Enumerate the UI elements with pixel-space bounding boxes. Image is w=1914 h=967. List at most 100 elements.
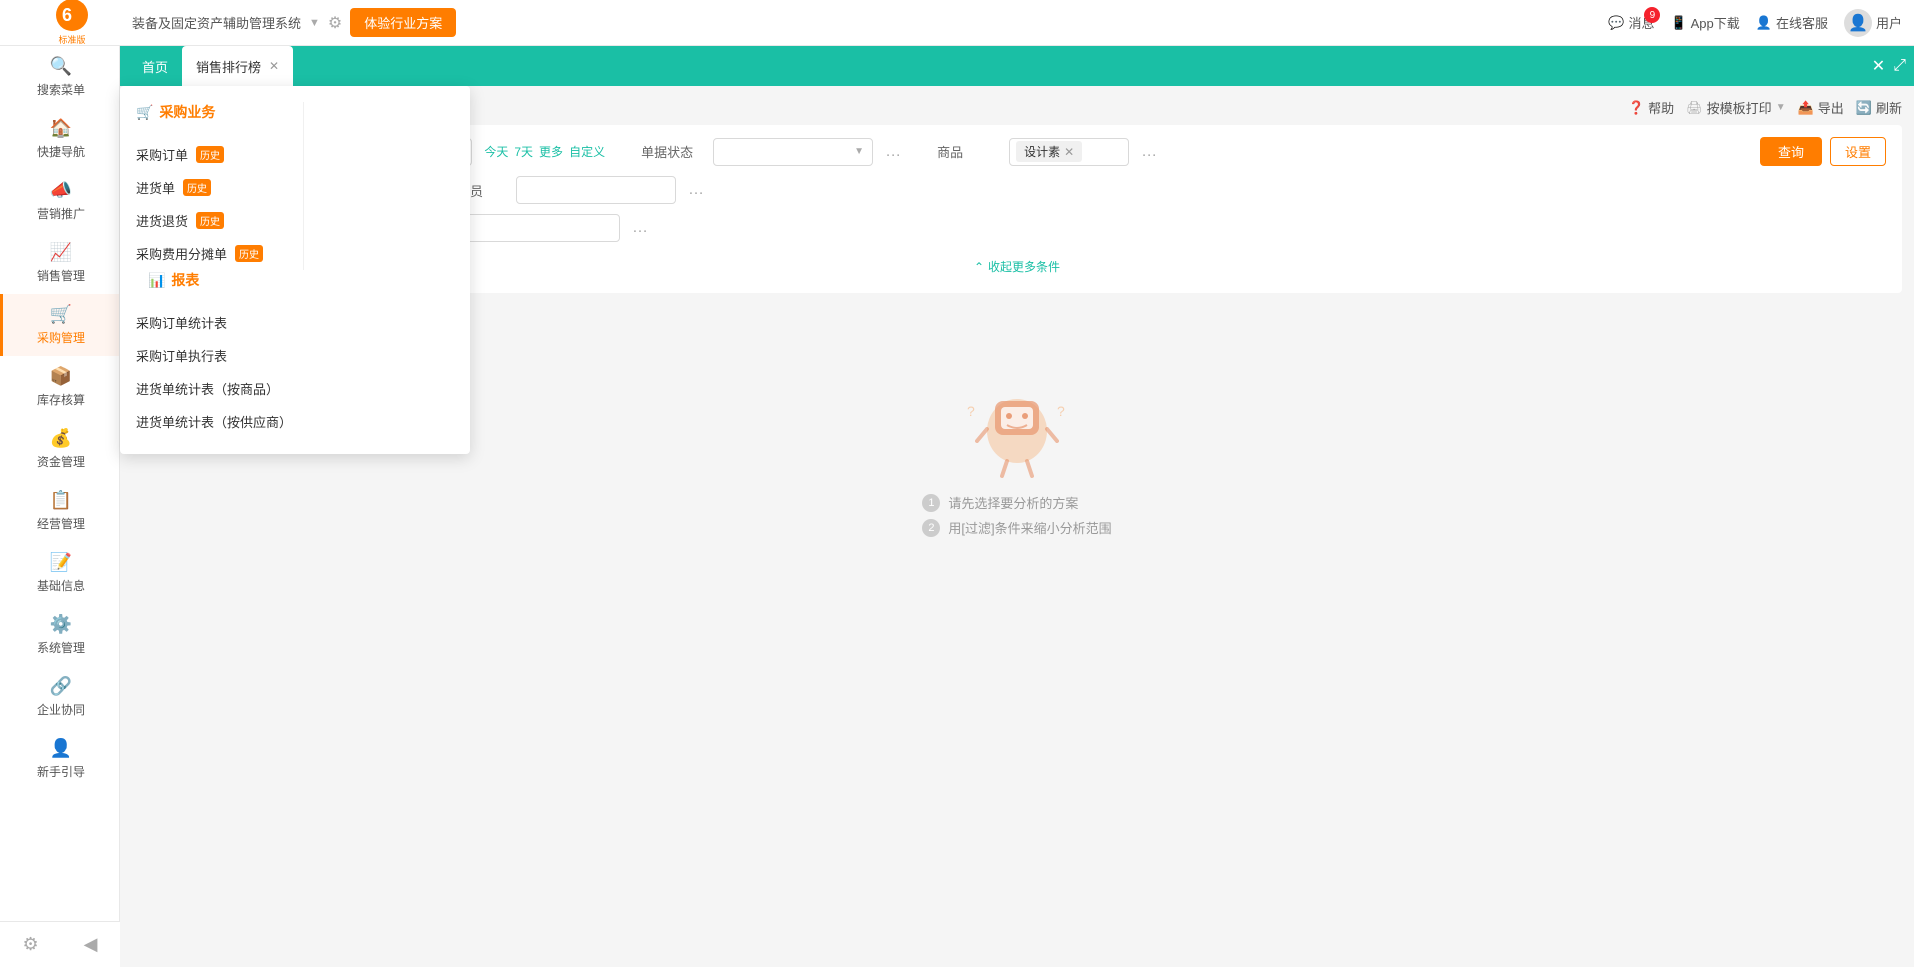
tab-home[interactable]: 首页 — [128, 46, 182, 86]
collapse-label: 收起更多条件 — [988, 258, 1060, 275]
sidebar-item-enterprise[interactable]: 🔗 企业协同 — [0, 666, 119, 728]
report-col: 📊 报表 采购订单统计表 采购订单执行表 进货单统计表（按商品） 进货单统计表（… — [136, 270, 295, 438]
sidebar-settings-icon[interactable]: ⚙ — [23, 934, 39, 955]
menu-item-po-exec[interactable]: 采购订单执行表 — [136, 339, 295, 372]
settings-icon[interactable]: ⚙ — [328, 13, 342, 33]
sidebar-item-finance[interactable]: 💰 资金管理 — [0, 418, 119, 480]
shortcut-7days[interactable]: 7天 — [514, 143, 533, 160]
bill-status-select[interactable]: ▼ — [713, 138, 873, 166]
online-service-button[interactable]: 👤 在线客服 — [1756, 13, 1828, 32]
refresh-button[interactable]: 🔄 刷新 — [1856, 98, 1902, 117]
service-icon: 👤 — [1756, 15, 1772, 31]
sidebar-collapse-icon[interactable]: ◀ — [84, 934, 98, 955]
purchase-icon: 🛒 — [50, 304, 72, 325]
sidebar-item-sales[interactable]: 📈 销售管理 — [0, 232, 119, 294]
top-header: 6 标准版 装备及固定资产辅助管理系统 ▼ ⚙ 体验行业方案 💬 9 消息 📱 … — [0, 0, 1914, 46]
message-badge: 9 — [1644, 7, 1660, 23]
sidebar-item-marketing[interactable]: 📣 营销推广 — [0, 170, 119, 232]
query-actions: 查询 设置 — [1760, 137, 1886, 166]
industry-button[interactable]: 体验行业方案 — [350, 8, 456, 37]
tab-bar: 首页 销售排行榜 ✕ ✕ ⤢ — [120, 46, 1914, 86]
header-right: 💬 9 消息 📱 App下载 👤 在线客服 👤 用户 — [1608, 9, 1902, 37]
shortcut-custom[interactable]: 自定义 — [569, 143, 605, 160]
empty-tip-2: 2 用[过滤]条件来缩小分析范围 — [922, 518, 1111, 537]
menu-item-po-stats[interactable]: 采购订单统计表 — [136, 306, 295, 339]
customer-select[interactable] — [460, 214, 620, 242]
sales-icon: 📈 — [50, 242, 72, 263]
menu-cols: 🛒 采购业务 采购订单 历史 进货单 历史 进货退货 历史 采购费用分摊单 历史 — [136, 102, 454, 438]
refresh-label: 刷新 — [1876, 98, 1902, 117]
sidebar-label-guide: 新手引导 — [37, 763, 85, 780]
sidebar-item-inventory[interactable]: 📦 库存核算 — [0, 356, 119, 418]
report-title-label: 报表 — [171, 270, 199, 290]
sidebar-item-purchase[interactable]: 🛒 采购管理 — [0, 294, 119, 356]
shortcut-more[interactable]: 更多 — [539, 143, 563, 160]
salesperson-dots[interactable]: … — [688, 181, 704, 199]
menu-item-purchase-expense[interactable]: 采购费用分摊单 历史 — [136, 237, 295, 270]
avatar-icon: 👤 — [1844, 9, 1872, 37]
sidebar-item-basic-info[interactable]: 📝 基础信息 — [0, 542, 119, 604]
menu-item-purchase-order[interactable]: 采购订单 历史 — [136, 138, 295, 171]
logo-area: 6 标准版 — [12, 0, 132, 46]
tab-sales-rank[interactable]: 销售排行榜 ✕ — [182, 46, 293, 86]
settings-button[interactable]: 设置 — [1830, 137, 1886, 166]
collapse-up-icon: ⌃ — [974, 260, 984, 274]
sidebar-label-purchase: 采购管理 — [37, 329, 85, 346]
sidebar-item-quick-nav[interactable]: 🏠 快捷导航 — [0, 108, 119, 170]
dropdown-arrow-icon[interactable]: ▼ — [309, 17, 320, 29]
svg-text:?: ? — [967, 403, 975, 419]
bill-status-dots[interactable]: … — [885, 143, 901, 161]
system-name: 装备及固定资产辅助管理系统 — [132, 13, 301, 32]
help-button[interactable]: ❓ 帮助 — [1628, 98, 1674, 117]
menu-item-po-exec-label: 采购订单执行表 — [136, 346, 227, 365]
customer-dots[interactable]: … — [632, 219, 648, 237]
goods-dots[interactable]: … — [1141, 143, 1157, 161]
sidebar-label-search: 搜索菜单 — [37, 81, 85, 98]
query-button[interactable]: 查询 — [1760, 137, 1822, 166]
menu-item-goods-stats-product[interactable]: 进货单统计表（按商品） — [136, 372, 295, 405]
message-icon: 💬 — [1608, 15, 1624, 31]
search-icon: 🔍 — [50, 56, 72, 77]
menu-item-goods-stats-supplier[interactable]: 进货单统计表（按供应商） — [136, 405, 295, 438]
hist-badge-0: 历史 — [196, 146, 224, 163]
empty-tip-1: 1 请先选择要分析的方案 — [922, 493, 1111, 512]
help-icon: ❓ — [1628, 100, 1644, 116]
basic-info-icon: 📝 — [50, 552, 72, 573]
menu-item-po-stats-label: 采购订单统计表 — [136, 313, 227, 332]
sidebar-item-system[interactable]: ⚙️ 系统管理 — [0, 604, 119, 666]
goods-tag-close[interactable]: ✕ — [1064, 145, 1074, 159]
svg-text:?: ? — [1057, 403, 1065, 419]
print-icon: 🖨 — [1686, 100, 1703, 116]
menu-item-purchase-order-label: 采购订单 — [136, 145, 188, 164]
print-dropdown-icon[interactable]: ▼ — [1776, 102, 1786, 113]
sidebar-item-guide[interactable]: 👤 新手引导 — [0, 728, 119, 790]
menu-item-goods-return[interactable]: 进货退货 历史 — [136, 204, 295, 237]
tab-close-window-icon[interactable]: ✕ — [1872, 56, 1885, 76]
operations-icon: 📋 — [50, 490, 72, 511]
tab-close-icon[interactable]: ✕ — [269, 59, 279, 73]
sidebar-item-search[interactable]: 🔍 搜索菜单 — [0, 46, 119, 108]
date-shortcuts: 今天 7天 更多 自定义 — [484, 143, 605, 160]
export-button[interactable]: 📤 导出 — [1798, 98, 1844, 117]
print-button[interactable]: 🖨 按模板打印 ▼ — [1686, 98, 1785, 117]
menu-item-goods-receipt[interactable]: 进货单 历史 — [136, 171, 295, 204]
header-center: 装备及固定资产辅助管理系统 ▼ ⚙ 体验行业方案 — [132, 8, 1608, 37]
tab-maximize-icon[interactable]: ⤢ — [1893, 57, 1906, 75]
purchase-title-icon: 🛒 — [136, 104, 153, 121]
salesperson-select[interactable] — [516, 176, 676, 204]
message-button[interactable]: 💬 9 消息 — [1608, 13, 1654, 32]
report-title: 📊 报表 — [136, 270, 295, 294]
menu-item-goods-stats-supplier-label: 进货单统计表（按供应商） — [136, 412, 292, 431]
goods-label: 商品 — [937, 142, 997, 161]
goods-tag-text: 设计素 — [1024, 143, 1060, 160]
sidebar-bottom: ⚙ ◀ — [0, 921, 120, 967]
user-avatar[interactable]: 👤 用户 — [1844, 9, 1902, 37]
print-label: 按模板打印 — [1707, 98, 1772, 117]
goods-filter[interactable]: 设计素 ✕ — [1009, 138, 1129, 166]
tab-bar-actions: ✕ ⤢ — [1872, 56, 1906, 76]
guide-icon: 👤 — [50, 738, 72, 759]
shortcut-today[interactable]: 今天 — [484, 143, 508, 160]
sidebar-item-operations[interactable]: 📋 经营管理 — [0, 480, 119, 542]
menu-item-goods-receipt-label: 进货单 — [136, 178, 175, 197]
app-download-button[interactable]: 📱 App下载 — [1670, 13, 1739, 32]
